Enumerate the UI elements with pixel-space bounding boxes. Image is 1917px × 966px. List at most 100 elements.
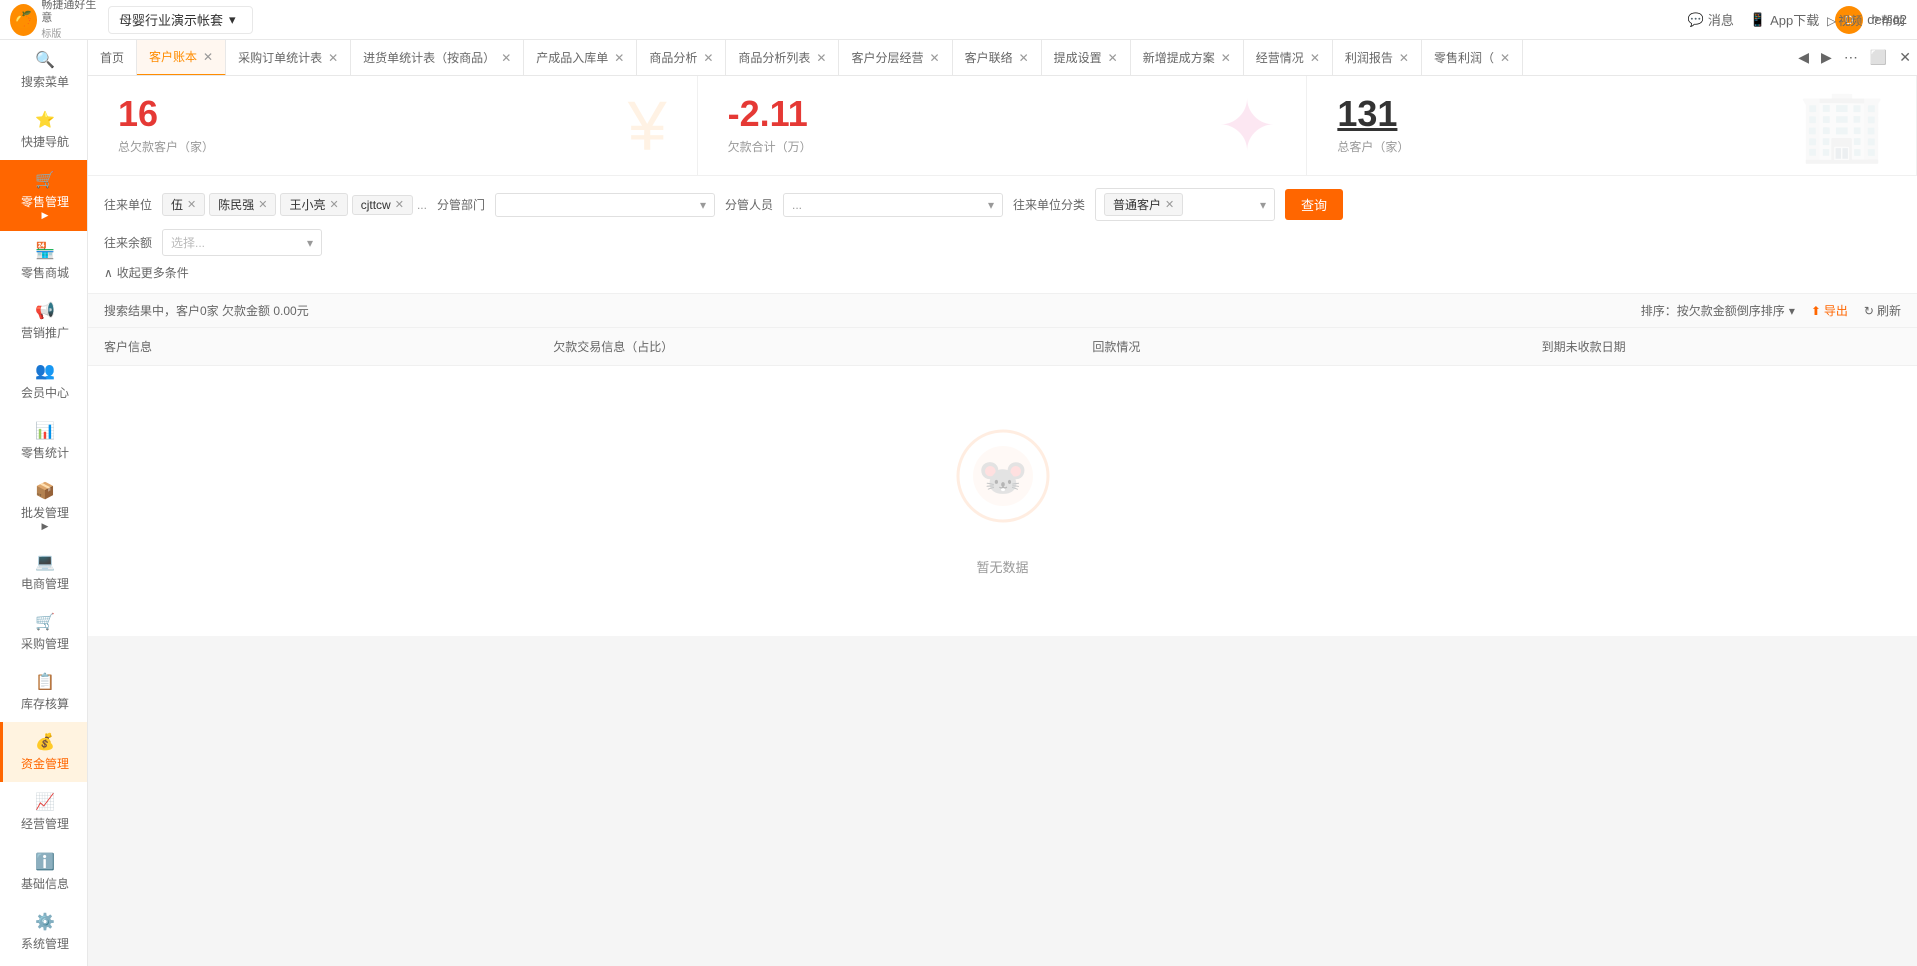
tab-profit-report[interactable]: 利润报告 ✕	[1333, 40, 1422, 76]
sidebar-item-enterprise-coop[interactable]: 🤝 企业协同	[0, 962, 87, 966]
dept-filter-label: 分管部门	[437, 196, 485, 213]
sort-select[interactable]: 排序：按欠款金额倒序排序 ▾	[1641, 302, 1795, 319]
search-icon: 🔍	[35, 50, 55, 70]
close-tag-wu[interactable]: ✕	[187, 198, 196, 211]
sidebar-item-wholesale-mgmt[interactable]: 📦 批发管理 ▶	[0, 471, 87, 542]
close-new-achievement-tab[interactable]: ✕	[1221, 51, 1231, 65]
app-download-button[interactable]: 📱 App下载	[1750, 10, 1819, 29]
sidebar-item-quick-nav[interactable]: ⭐ 快捷导航	[0, 100, 87, 160]
unit-tags-group: 伍 ✕ 陈民强 ✕ 王小亮 ✕	[162, 193, 427, 216]
tab-goods-analysis-list[interactable]: 商品分析列表 ✕	[726, 40, 839, 76]
close-production-tab[interactable]: ✕	[614, 51, 624, 65]
close-customer-layer-tab[interactable]: ✕	[930, 51, 940, 65]
sidebar-item-basic-info[interactable]: ℹ️ 基础信息	[0, 842, 87, 902]
company-name: 母婴行业演示帐套	[119, 10, 223, 29]
tab-retail-profit[interactable]: 零售利润（ ✕	[1422, 40, 1523, 76]
tab-new-achievement[interactable]: 新增提成方案 ✕	[1131, 40, 1244, 76]
close-business-status-tab[interactable]: ✕	[1310, 51, 1320, 65]
unit-filter-label: 往来单位	[104, 196, 152, 213]
tab-promotion-settings[interactable]: 提成设置 ✕	[1042, 40, 1131, 76]
close-promotion-settings-tab[interactable]: ✕	[1108, 51, 1118, 65]
sidebar-item-operation[interactable]: 📈 经营管理	[0, 782, 87, 842]
inventory-icon: 📋	[35, 672, 55, 692]
home-tab-label: 首页	[100, 49, 124, 66]
purchase-order-tab-label: 采购订单统计表	[238, 49, 322, 66]
message-button[interactable]: 💬 消息	[1688, 10, 1734, 29]
sidebar-label-operation: 经营管理	[21, 815, 69, 832]
sidebar-item-member-center[interactable]: 👥 会员中心	[0, 351, 87, 411]
close-purchase-order-tab[interactable]: ✕	[328, 51, 338, 65]
tab-accounts[interactable]: 客户账本 ✕	[137, 40, 226, 76]
stat-bg-icon-total: 🏢	[1799, 85, 1886, 167]
tab-customer-layer[interactable]: 客户分层经营 ✕	[839, 40, 952, 76]
sidebar-item-search-menu[interactable]: 🔍 搜索菜单	[0, 40, 87, 100]
sidebar-item-retail-mall[interactable]: 🏪 零售商城	[0, 231, 87, 291]
sidebar-item-system[interactable]: ⚙️ 系统管理	[0, 902, 87, 962]
close-profit-report-tab[interactable]: ✕	[1399, 51, 1409, 65]
category-filter-label: 往来单位分类	[1013, 196, 1085, 213]
search-button[interactable]: 查询	[1285, 189, 1343, 220]
tab-maximize[interactable]: ⬜	[1864, 40, 1893, 76]
close-tag-wang[interactable]: ✕	[330, 198, 339, 211]
table-header: 客户信息 欠款交易信息（占比） 回款情况 到期未收款日期	[88, 328, 1917, 366]
star-icon: ⭐	[35, 110, 55, 130]
close-tag-chen[interactable]: ✕	[258, 198, 267, 211]
logo-icon: 🍊	[10, 4, 37, 36]
sidebar-item-purchase[interactable]: 🛒 采购管理	[0, 602, 87, 662]
main-content: 16 总欠款客户（家） ¥ -2.11 欠款合计（万） ✦ 131 总客户（家）	[88, 76, 1917, 966]
sidebar-item-finance[interactable]: 💰 资金管理	[0, 722, 87, 782]
wholesale-icon: 📦	[35, 481, 55, 501]
close-customer-connect-tab[interactable]: ✕	[1019, 51, 1029, 65]
sidebar-item-inventory[interactable]: 📋 库存核算	[0, 662, 87, 722]
sidebar-item-ecommerce[interactable]: 💻 电商管理	[0, 542, 87, 602]
empty-state: 🐭 暂无数据	[88, 366, 1917, 636]
unit-tags-more[interactable]: ...	[417, 198, 427, 212]
customer-layer-tab-label: 客户分层经营	[851, 49, 923, 66]
tab-business-status[interactable]: 经营情况 ✕	[1244, 40, 1333, 76]
message-icon: 💬	[1688, 12, 1704, 28]
balance-filter-select[interactable]: 选择... ▾	[162, 229, 322, 256]
refresh-button[interactable]: ↻ 刷新	[1864, 302, 1901, 319]
sidebar-item-retail-stats[interactable]: 📊 零售统计	[0, 411, 87, 471]
person-filter-select[interactable]: ... ▾	[783, 193, 1003, 217]
unit-tag-wu: 伍 ✕	[162, 193, 205, 216]
close-retail-profit-tab[interactable]: ✕	[1500, 51, 1510, 65]
finance-icon: 💰	[35, 732, 55, 752]
sidebar-item-retail-mgmt[interactable]: 🛒 零售管理 ▶	[0, 160, 87, 231]
tab-goods-analysis[interactable]: 商品分析 ✕	[637, 40, 726, 76]
sidebar-item-marketing[interactable]: 📢 营销推广	[0, 291, 87, 351]
collapse-button[interactable]: ∧ 收起更多条件	[104, 264, 1901, 281]
dept-filter-select[interactable]: ▾	[495, 193, 715, 217]
tab-nav-more[interactable]: ⋯	[1838, 40, 1864, 76]
close-tag-cjttcw[interactable]: ✕	[395, 198, 404, 211]
tab-nav-next[interactable]: ▶	[1815, 40, 1838, 76]
stat-card-debt-amount: -2.11 欠款合计（万） ✦	[698, 76, 1308, 175]
tab-stock-stats[interactable]: 进货单统计表（按商品） ✕	[351, 40, 524, 76]
tab-nav-prev[interactable]: ◀	[1792, 40, 1815, 76]
stat-value-debt-amount: -2.11	[728, 96, 1277, 132]
tab-customer-connect[interactable]: 客户联络 ✕	[953, 40, 1042, 76]
tab-close-all[interactable]: ✕	[1893, 40, 1917, 76]
close-category-tag[interactable]: ✕	[1165, 198, 1174, 211]
stat-card-total-customers: 131 总客户（家） 🏢	[1307, 76, 1917, 175]
sidebar-label-inventory: 库存核算	[21, 695, 69, 712]
tab-production[interactable]: 产成品入库单 ✕	[524, 40, 637, 76]
person-more[interactable]: ...	[792, 198, 802, 212]
close-goods-analysis-list-tab[interactable]: ✕	[816, 51, 826, 65]
close-stock-stats-tab[interactable]: ✕	[501, 51, 511, 65]
stat-bg-icon-amount: ✦	[1218, 85, 1277, 167]
export-button[interactable]: ⬆ 导出	[1811, 302, 1848, 319]
sidebar-label-system: 系统管理	[21, 935, 69, 952]
tab-home[interactable]: 首页	[88, 40, 137, 76]
close-accounts-tab[interactable]: ✕	[203, 50, 213, 64]
purchase-icon: 🛒	[35, 612, 55, 632]
close-goods-analysis-tab[interactable]: ✕	[703, 51, 713, 65]
stat-label-debt-amount: 欠款合计（万）	[728, 138, 1277, 155]
company-selector[interactable]: 母婴行业演示帐套 ▾	[108, 6, 253, 34]
sidebar: 🔍 搜索菜单 ⭐ 快捷导航 🛒 零售管理 ▶ 🏪 零售商城 📢 营销推广 �	[0, 40, 88, 966]
tab-purchase-order[interactable]: 采购订单统计表 ✕	[226, 40, 351, 76]
category-filter-select[interactable]: 普通客户 ✕ ▾	[1095, 188, 1275, 221]
person-filter-label: 分管人员	[725, 196, 773, 213]
expand-icon: ▶	[42, 210, 49, 221]
sidebar-label-marketing: 营销推广	[21, 324, 69, 341]
